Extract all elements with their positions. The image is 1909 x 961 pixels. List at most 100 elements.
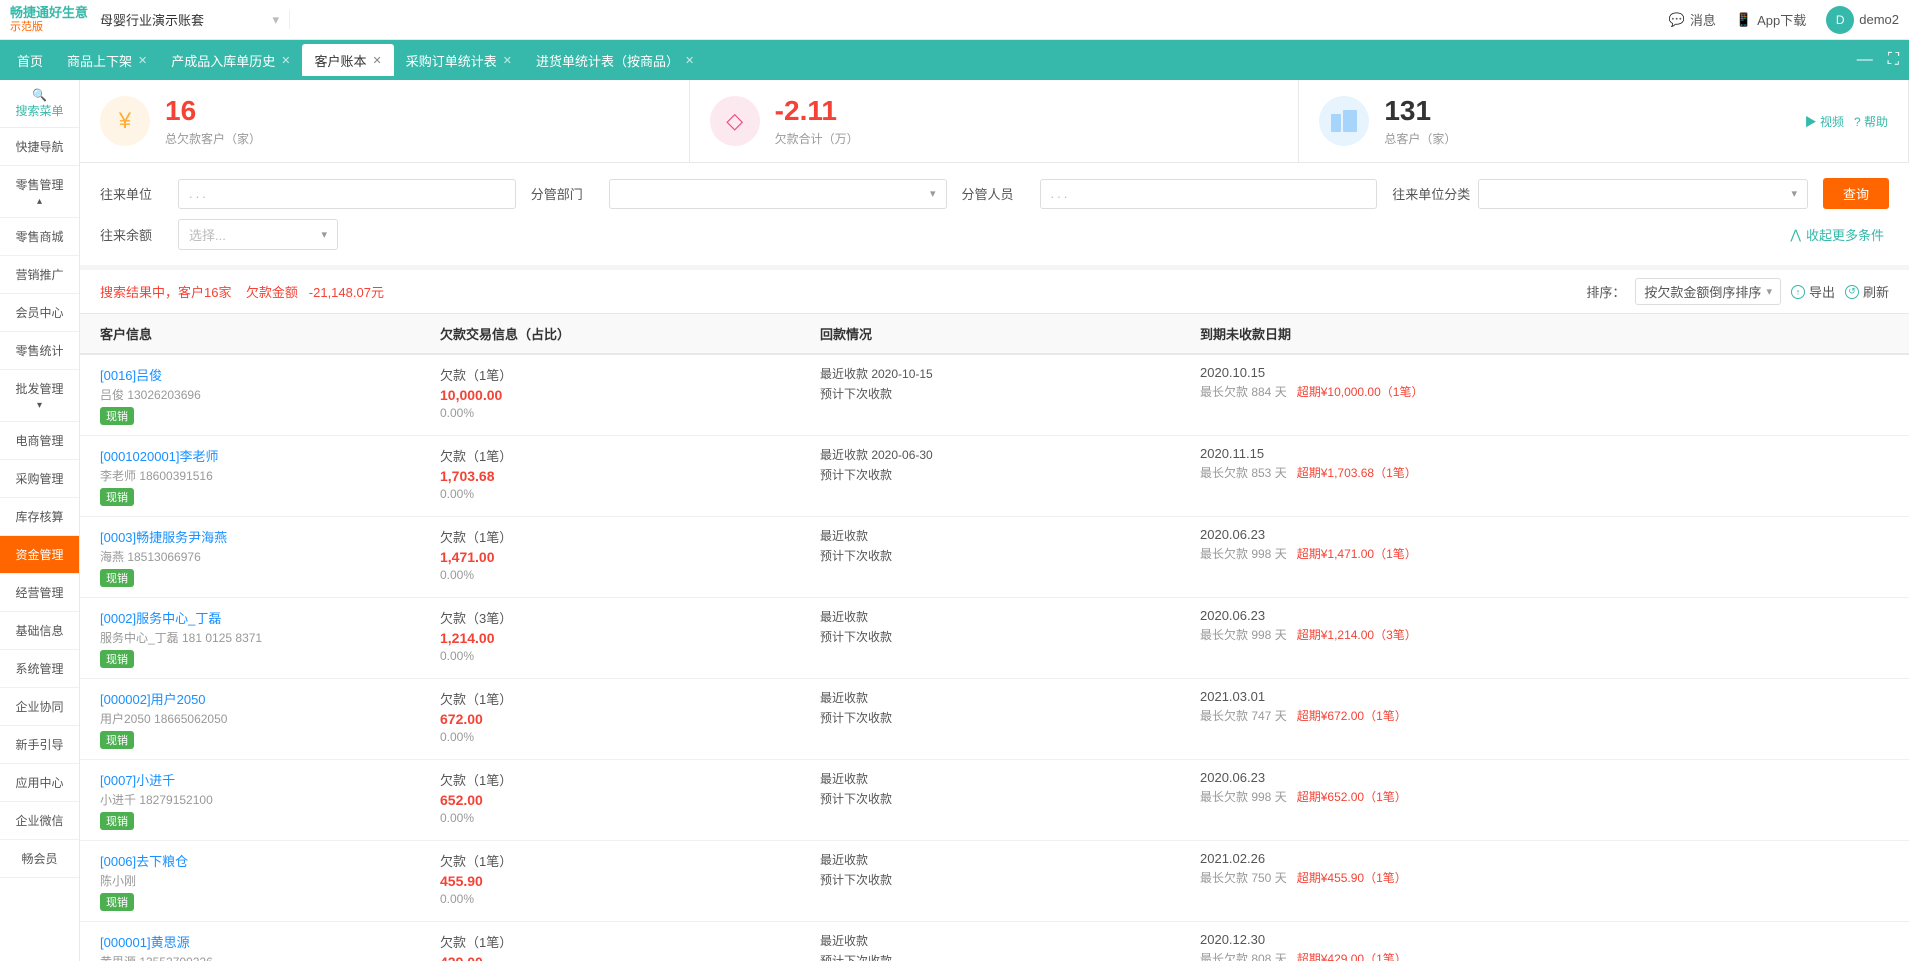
due-detail: 最长欠款 884 天 超期¥10,000.00（1笔）	[1200, 383, 1889, 400]
unit-category-select[interactable]: ▾	[1478, 179, 1808, 209]
store-selector[interactable]: 母婴行业演示账套 ▾	[90, 10, 290, 29]
customer-name[interactable]: [000001]黄思源	[100, 932, 440, 951]
debt-count: 欠款（1笔）	[440, 365, 820, 384]
overdue-link[interactable]: 超期¥672.00（1笔）	[1297, 709, 1407, 723]
due-detail: 最长欠款 998 天 超期¥652.00（1笔）	[1200, 788, 1889, 805]
tab-close-customer-account[interactable]: ✕	[373, 54, 382, 67]
sidebar-item-enterprise-collab[interactable]: 企业协同	[0, 688, 79, 726]
sidebar-item-purchase-mgmt[interactable]: 采购管理	[0, 460, 79, 498]
sidebar-item-retail-mall[interactable]: 零售商城	[0, 218, 79, 256]
payment-info: 最近收款 预计下次收款	[820, 689, 1200, 726]
due-detail: 最长欠款 998 天 超期¥1,471.00（1笔）	[1200, 545, 1889, 562]
table-row: [000001]黄思源 黄思源 13552700226 现销 欠款（1笔） 42…	[80, 922, 1909, 961]
video-link[interactable]: ▶ 视频	[1805, 113, 1844, 130]
app-download-btn[interactable]: 📱 App下载	[1736, 10, 1806, 29]
export-btn[interactable]: ↑ 导出	[1791, 282, 1835, 301]
sidebar-item-basic-info[interactable]: 基础信息	[0, 612, 79, 650]
customer-name[interactable]: [0007]小进千	[100, 770, 440, 789]
sidebar-item-vip-member[interactable]: 畅会员	[0, 840, 79, 878]
balance-label: 往来余额	[100, 225, 170, 244]
download-icon: 📱	[1736, 12, 1752, 28]
table-row: [0003]畅捷服务尹海燕 海燕 18513066976 现销 欠款（1笔） 1…	[80, 517, 1909, 598]
overdue-link[interactable]: 超期¥1,471.00（1笔）	[1297, 547, 1417, 561]
dept-select[interactable]: ▾	[609, 179, 947, 209]
payment-next: 预计下次收款	[820, 385, 1200, 402]
sidebar-item-retail-mgmt[interactable]: 零售管理 ▴	[0, 166, 79, 218]
message-btn[interactable]: 💬 消息	[1669, 10, 1716, 29]
overdue-link[interactable]: 超期¥652.00（1笔）	[1297, 790, 1407, 804]
overdue-link[interactable]: 超期¥429.00（1笔）	[1297, 952, 1407, 961]
tab-close-product-shelf[interactable]: ✕	[138, 54, 147, 67]
overdue-link[interactable]: 超期¥455.90（1笔）	[1297, 871, 1407, 885]
refresh-btn[interactable]: ↺ 刷新	[1845, 282, 1889, 301]
customer-name[interactable]: [0016]吕俊	[100, 365, 440, 384]
filter-balance: 往来余额 选择... ▾	[100, 219, 1770, 250]
tab-customer-account[interactable]: 客户账本 ✕	[302, 44, 393, 76]
stat-info-total: 131 总客户（家）	[1384, 95, 1456, 147]
sidebar-item-batch-mgmt[interactable]: 批发管理 ▾	[0, 370, 79, 422]
sidebar-item-retail-stats[interactable]: 零售统计	[0, 332, 79, 370]
col-header-debt: 欠款交易信息（占比）	[440, 324, 820, 343]
sidebar-item-quick-nav[interactable]: 快捷导航	[0, 128, 79, 166]
source-unit-input[interactable]: ...	[178, 179, 516, 209]
overdue-link[interactable]: 超期¥1,703.68（1笔）	[1297, 466, 1417, 480]
overdue-link[interactable]: 超期¥1,214.00（3笔）	[1297, 628, 1417, 642]
user-avatar-btn[interactable]: D demo2	[1826, 6, 1899, 34]
sort-select[interactable]: 按欠款金额倒序排序 ▾	[1635, 278, 1781, 305]
tab-product-history[interactable]: 产成品入库单历史 ✕	[159, 44, 302, 76]
sidebar-item-member-center[interactable]: 会员中心	[0, 294, 79, 332]
customer-sub: 陈小刚	[100, 872, 440, 889]
table-header: 客户信息 欠款交易信息（占比） 回款情况 到期未收款日期	[80, 314, 1909, 355]
customer-badge: 现销	[100, 893, 134, 911]
filter-unit-category: 往来单位分类 ▾	[1392, 179, 1808, 209]
tab-product-shelf[interactable]: 商品上下架 ✕	[55, 44, 159, 76]
col-header-payment: 回款情况	[820, 324, 1200, 343]
payment-recent: 最近收款 2020-10-15	[820, 365, 1200, 382]
tab-maximize-btn[interactable]: ⛶	[1883, 49, 1904, 71]
payment-recent: 最近收款	[820, 608, 1200, 625]
tab-inventory-stats[interactable]: 进货单统计表（按商品） ✕	[524, 44, 706, 76]
debt-count: 欠款（1笔）	[440, 527, 820, 546]
debt-info: 欠款（1笔） 1,471.00 0.00%	[440, 527, 820, 582]
tab-purchase-order[interactable]: 采购订单统计表 ✕	[394, 44, 524, 76]
tab-minimize-btn[interactable]: —	[1852, 49, 1878, 71]
tab-close-purchase-order[interactable]: ✕	[503, 54, 512, 67]
stat-number-total: 131	[1384, 95, 1456, 127]
tab-close-product-history[interactable]: ✕	[281, 54, 290, 67]
payment-next: 预计下次收款	[820, 952, 1200, 961]
sidebar-item-enterprise-wechat[interactable]: 企业微信	[0, 802, 79, 840]
due-detail: 最长欠款 853 天 超期¥1,703.68（1笔）	[1200, 464, 1889, 481]
customer-name[interactable]: [0006]去下粮仓	[100, 851, 440, 870]
customer-name[interactable]: [0003]畅捷服务尹海燕	[100, 527, 440, 546]
customer-name[interactable]: [0001020001]李老师	[100, 446, 440, 465]
search-button[interactable]: 查询	[1823, 178, 1889, 209]
stat-card-arrears-amount: ◇ -2.11 欠款合计（万）	[690, 80, 1300, 162]
stat-card-total-customers: 131 总客户（家） ▶ 视频 ? 帮助	[1299, 80, 1909, 162]
sidebar-search[interactable]: 🔍 搜索菜单	[0, 80, 79, 128]
stats-row: ¥ 16 总欠款客户（家） ◇ -2.11 欠款合计（万）	[80, 80, 1909, 163]
debt-percent: 0.00%	[440, 568, 820, 582]
col-header-customer: 客户信息	[100, 324, 440, 343]
table-row: [000002]用户2050 用户2050 18665062050 现销 欠款（…	[80, 679, 1909, 760]
due-date: 2020.06.23	[1200, 608, 1889, 623]
customer-name[interactable]: [0002]服务中心_丁磊	[100, 608, 440, 627]
person-input[interactable]: ...	[1040, 179, 1378, 209]
sidebar-item-app-center[interactable]: 应用中心	[0, 764, 79, 802]
sidebar-item-ecommerce[interactable]: 电商管理	[0, 422, 79, 460]
overdue-link[interactable]: 超期¥10,000.00（1笔）	[1297, 385, 1424, 399]
tab-close-inventory-stats[interactable]: ✕	[685, 54, 694, 67]
tab-home[interactable]: 首页	[5, 44, 55, 76]
sidebar-item-marketing[interactable]: 营销推广	[0, 256, 79, 294]
debt-count: 欠款（1笔）	[440, 689, 820, 708]
balance-select[interactable]: 选择... ▾	[178, 219, 338, 250]
debt-amount: 672.00	[440, 711, 820, 727]
filter-dept: 分管部门 ▾	[531, 179, 947, 209]
sidebar-item-finance[interactable]: 资金管理	[0, 536, 79, 574]
sidebar-item-inventory[interactable]: 库存核算	[0, 498, 79, 536]
help-link[interactable]: ? 帮助	[1854, 113, 1888, 130]
customer-name[interactable]: [000002]用户2050	[100, 689, 440, 708]
sidebar-item-system-mgmt[interactable]: 系统管理	[0, 650, 79, 688]
sidebar-item-operations[interactable]: 经营管理	[0, 574, 79, 612]
collapse-btn[interactable]: ⋀ 收起更多条件	[1785, 220, 1889, 249]
sidebar-item-new-guide[interactable]: 新手引导	[0, 726, 79, 764]
